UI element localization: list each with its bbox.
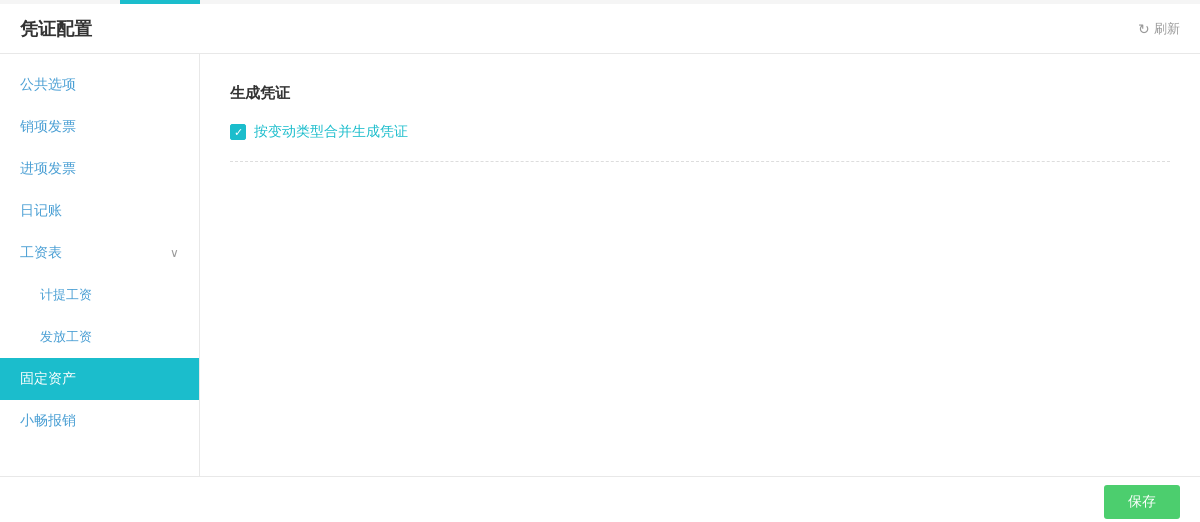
sidebar-label-public: 公共选项	[20, 76, 76, 94]
merge-voucher-checkbox[interactable]: ✓	[230, 124, 246, 140]
sidebar-label-expense: 小畅报销	[20, 412, 76, 430]
save-button[interactable]: 保存	[1104, 485, 1180, 519]
sidebar-item-payroll[interactable]: 工资表 ∨	[0, 232, 199, 274]
sidebar-label-fixed-assets: 固定资产	[20, 370, 76, 388]
sidebar-label-payroll-distribute: 发放工资	[40, 328, 92, 346]
sidebar: 公共选项销项发票进项发票日记账工资表 ∨ 计提工资发放工资固定资产小畅报销	[0, 54, 200, 476]
refresh-icon: ↻	[1138, 21, 1150, 37]
sidebar-label-journal: 日记账	[20, 202, 62, 220]
sidebar-item-journal[interactable]: 日记账	[0, 190, 199, 232]
sidebar-item-payroll-distribute[interactable]: 发放工资	[0, 316, 199, 358]
refresh-button[interactable]: ↻ 刷新	[1138, 20, 1180, 38]
page-header: 凭证配置 ↻ 刷新	[0, 4, 1200, 54]
refresh-label: 刷新	[1154, 20, 1180, 38]
chevron-down-icon: ∨	[170, 246, 179, 260]
sidebar-label-payroll: 工资表	[20, 244, 62, 262]
main-layout: 公共选项销项发票进项发票日记账工资表 ∨ 计提工资发放工资固定资产小畅报销 生成凭证…	[0, 54, 1200, 476]
sidebar-label-purchase-invoice: 进项发票	[20, 160, 76, 178]
sidebar-item-purchase-invoice[interactable]: 进项发票	[0, 148, 199, 190]
merge-voucher-label: 按变动类型合并生成凭证	[254, 123, 408, 141]
sidebar-item-payroll-advance[interactable]: 计提工资	[0, 274, 199, 316]
footer: 保存	[0, 476, 1200, 522]
page-title: 凭证配置	[20, 17, 92, 41]
divider	[230, 161, 1170, 162]
section-title: 生成凭证	[230, 84, 1170, 103]
sidebar-item-fixed-assets[interactable]: 固定资产	[0, 358, 199, 400]
sidebar-label-sales-invoice: 销项发票	[20, 118, 76, 136]
sidebar-label-payroll-advance: 计提工资	[40, 286, 92, 304]
merge-voucher-row[interactable]: ✓ 按变动类型合并生成凭证	[230, 123, 1170, 141]
sidebar-item-expense[interactable]: 小畅报销	[0, 400, 199, 442]
checkmark-icon: ✓	[234, 127, 243, 138]
main-content: 生成凭证 ✓ 按变动类型合并生成凭证	[200, 54, 1200, 476]
sidebar-item-public[interactable]: 公共选项	[0, 64, 199, 106]
sidebar-item-sales-invoice[interactable]: 销项发票	[0, 106, 199, 148]
